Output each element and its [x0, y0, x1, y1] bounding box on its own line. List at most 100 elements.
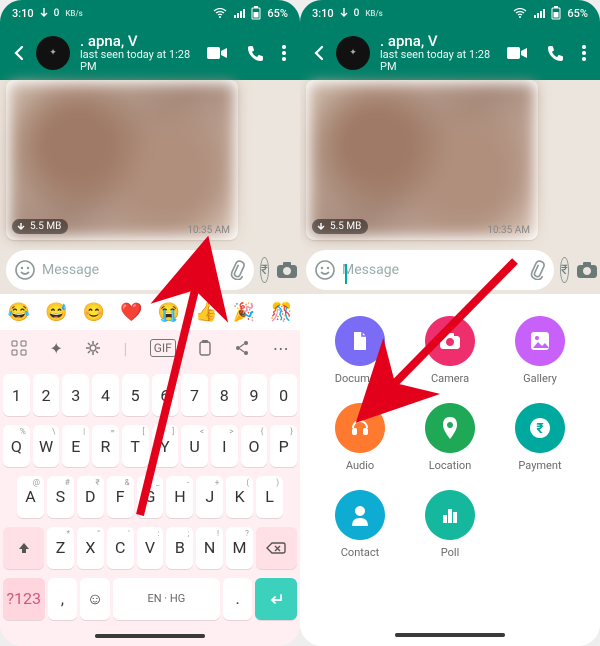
attach-payment[interactable]: ₹Payment [498, 403, 582, 472]
emoji-picker-icon[interactable] [14, 259, 36, 281]
payment-icon[interactable]: ₹ [560, 257, 569, 283]
emoji-7[interactable]: 🎉 [233, 302, 255, 323]
nav-bar[interactable] [0, 626, 300, 646]
payment-icon[interactable]: ₹ [260, 257, 269, 283]
attach-poll[interactable]: Poll [408, 490, 492, 559]
key-6[interactable]: 6 [152, 374, 179, 416]
more-icon[interactable] [282, 45, 286, 61]
period-key[interactable]: . [223, 578, 253, 620]
key-0[interactable]: 0 [270, 374, 297, 416]
attach-camera[interactable]: Camera [408, 316, 492, 385]
comma-key[interactable]: , [48, 578, 78, 620]
enter-key[interactable] [255, 578, 297, 620]
camera-shortcut-icon[interactable] [575, 260, 599, 280]
chat-title-block[interactable]: . apna, V last seen today at 1:28 PM [380, 33, 500, 74]
emoji-6[interactable]: 👍 [195, 302, 217, 323]
message-bubble[interactable]: 5.5 MB 10:35 AM [6, 80, 238, 240]
key-J[interactable]: +J [196, 476, 223, 518]
key-5[interactable]: 5 [122, 374, 149, 416]
more-icon[interactable] [582, 45, 586, 61]
download-pill[interactable]: 5.5 MB [312, 219, 368, 234]
key-P[interactable]: }P [270, 425, 297, 467]
attach-location[interactable]: Location [408, 403, 492, 472]
chat-area[interactable]: 5.5 MB 10:35 AM [300, 80, 600, 246]
star-icon[interactable]: ✦ [49, 339, 62, 358]
attach-contact[interactable]: Contact [318, 490, 402, 559]
emoji-key[interactable]: ☺ [80, 578, 110, 620]
key-R[interactable]: =R [92, 425, 119, 467]
emoji-3[interactable]: 😊 [83, 302, 105, 323]
emoji-5[interactable]: 😭 [158, 302, 180, 323]
camera-shortcut-icon[interactable] [275, 260, 299, 280]
key-E[interactable]: |E [62, 425, 89, 467]
emoji-picker-icon[interactable] [314, 259, 336, 281]
key-H[interactable]: -H [166, 476, 193, 518]
key-U[interactable]: <U [181, 425, 208, 467]
key-Q[interactable]: %Q [3, 425, 30, 467]
key-N[interactable]: !N [196, 527, 223, 569]
attach-audio[interactable]: Audio [318, 403, 402, 472]
voice-call-icon[interactable] [246, 44, 264, 62]
key-I[interactable]: >I [211, 425, 238, 467]
shift-key[interactable] [3, 527, 44, 569]
key-3[interactable]: 3 [62, 374, 89, 416]
message-box[interactable] [306, 250, 554, 290]
chat-area[interactable]: 5.5 MB 10:35 AM [0, 80, 300, 246]
key-Y[interactable]: ]Y [152, 425, 179, 467]
key-S[interactable]: #S [47, 476, 74, 518]
video-call-icon[interactable] [206, 45, 228, 61]
key-1[interactable]: 1 [3, 374, 30, 416]
message-input[interactable] [42, 262, 220, 278]
message-box[interactable] [6, 250, 254, 290]
key-V[interactable]: :V [137, 527, 164, 569]
key-9[interactable]: 9 [241, 374, 268, 416]
gif-icon[interactable]: GIF [150, 339, 176, 357]
avatar[interactable]: ✦ [36, 36, 70, 70]
backspace-key[interactable] [256, 527, 297, 569]
attach-document[interactable]: Document [318, 316, 402, 385]
attach-gallery[interactable]: Gallery [498, 316, 582, 385]
download-pill[interactable]: 5.5 MB [12, 219, 68, 234]
key-X[interactable]: "X [77, 527, 104, 569]
key-M[interactable]: ?M [226, 527, 253, 569]
key-C[interactable]: 'C [107, 527, 134, 569]
nav-bar[interactable] [310, 620, 590, 640]
voice-call-icon[interactable] [546, 44, 564, 62]
key-L[interactable]: )L [256, 476, 283, 518]
gear-icon[interactable] [85, 340, 101, 356]
key-T[interactable]: [T [122, 425, 149, 467]
clipboard-icon[interactable] [198, 340, 212, 356]
key-O[interactable]: {O [241, 425, 268, 467]
emoji-2[interactable]: 😅 [45, 302, 67, 323]
key-W[interactable]: \W [33, 425, 60, 467]
key-4[interactable]: 4 [92, 374, 119, 416]
dots-icon[interactable]: ⋯ [273, 339, 289, 358]
message-input[interactable] [342, 262, 520, 278]
key-B[interactable]: ;B [166, 527, 193, 569]
key-F[interactable]: &F [107, 476, 134, 518]
emoji-8[interactable]: 🎊 [270, 302, 292, 323]
symbols-key[interactable]: ?123 [3, 578, 45, 620]
back-icon[interactable] [8, 42, 30, 64]
key-A[interactable]: @A [17, 476, 44, 518]
key-2[interactable]: 2 [33, 374, 60, 416]
emoji-4[interactable]: ❤️ [120, 302, 142, 323]
key-Z[interactable]: *Z [47, 527, 74, 569]
share-icon[interactable] [234, 340, 250, 356]
video-call-icon[interactable] [506, 45, 528, 61]
grid-icon[interactable] [11, 340, 27, 356]
attach-icon[interactable] [526, 260, 546, 280]
attach-icon[interactable] [226, 260, 246, 280]
avatar[interactable]: ✦ [336, 36, 370, 70]
chat-title-block[interactable]: . apna, V last seen today at 1:28 PM [80, 33, 200, 74]
message-bubble[interactable]: 5.5 MB 10:35 AM [306, 80, 538, 240]
media-thumbnail[interactable] [9, 83, 235, 237]
key-7[interactable]: 7 [181, 374, 208, 416]
key-G[interactable]: _G [137, 476, 164, 518]
key-D[interactable]: ₹D [77, 476, 104, 518]
key-K[interactable]: (K [226, 476, 253, 518]
back-icon[interactable] [308, 42, 330, 64]
emoji-1[interactable]: 😂 [8, 302, 30, 323]
media-thumbnail[interactable] [309, 83, 535, 237]
key-8[interactable]: 8 [211, 374, 238, 416]
